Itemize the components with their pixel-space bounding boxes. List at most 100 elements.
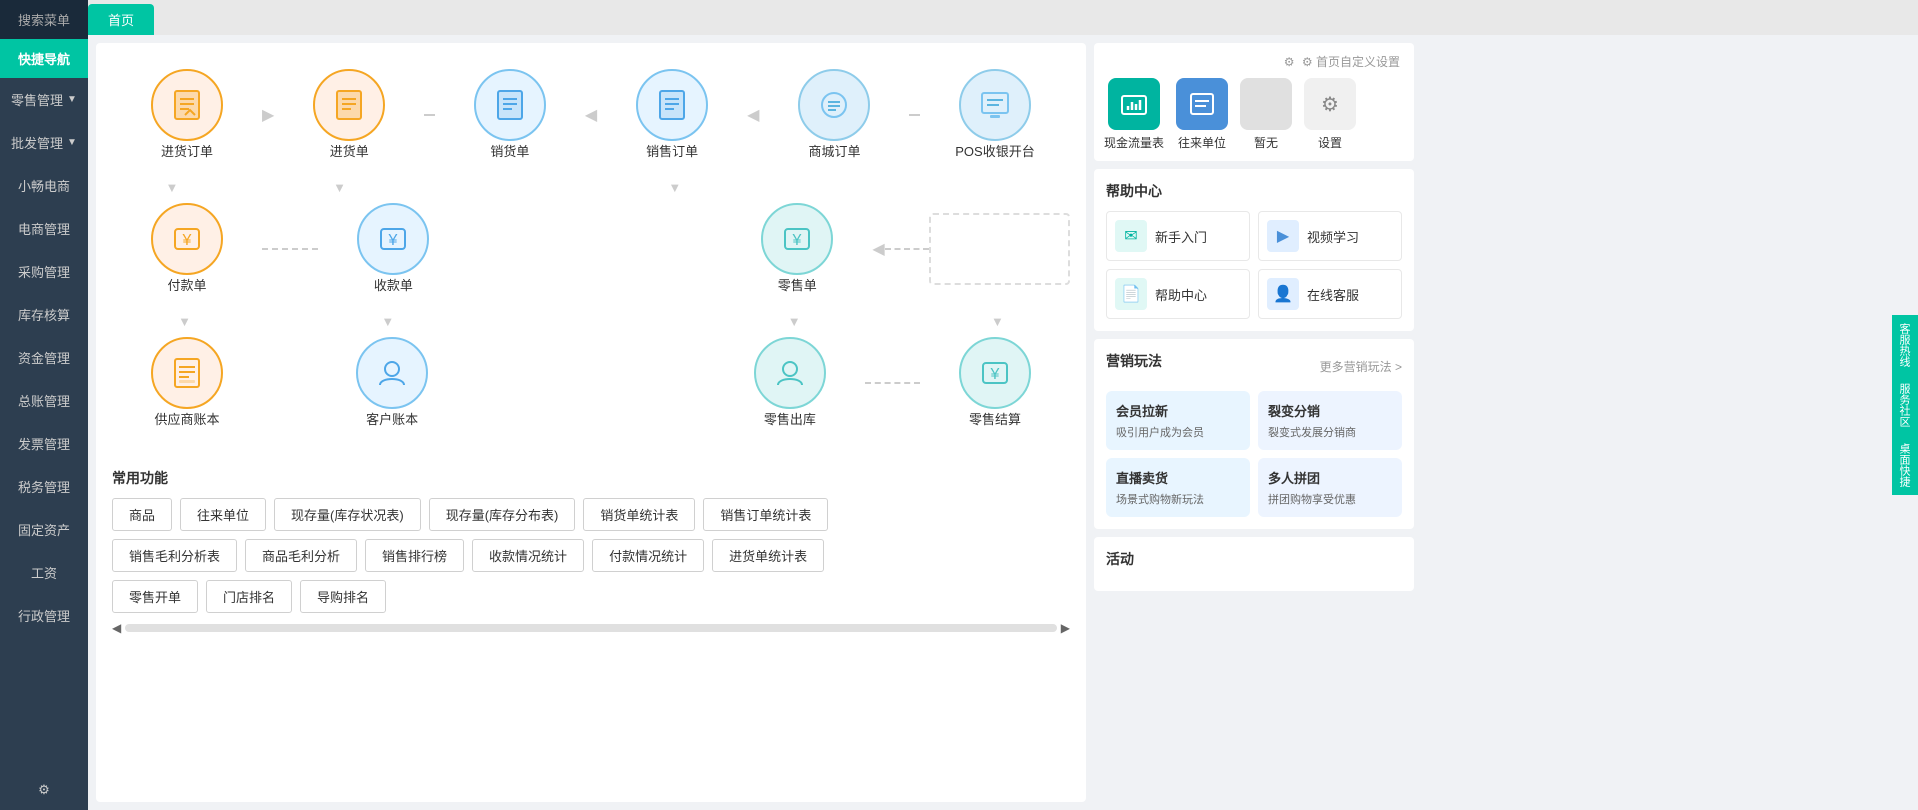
retail-outbound-circle[interactable] xyxy=(754,337,826,409)
flow-node-pos[interactable]: POS收银开台 xyxy=(920,69,1070,160)
help-item-helpcenter[interactable]: 📄 帮助中心 xyxy=(1106,269,1250,319)
sidebar-item-finance[interactable]: 资金管理 xyxy=(0,336,88,379)
quick-icon-counterpart[interactable]: 往来单位 xyxy=(1176,78,1228,151)
supplier-account-circle[interactable] xyxy=(151,337,223,409)
sidebar-item-ecom-small[interactable]: 小畅电商 xyxy=(0,164,88,207)
flow-node-payment[interactable]: ¥ 付款单 xyxy=(112,203,262,294)
func-btn-store-rank[interactable]: 门店排名 xyxy=(206,580,292,613)
sidebar-item-tax[interactable]: 税务管理 xyxy=(0,465,88,508)
sidebar-item-ecom[interactable]: 电商管理 xyxy=(0,207,88,250)
flow-node-customer-account[interactable]: 客户账本 xyxy=(317,337,467,428)
more-marketing-link[interactable]: 更多营销玩法 > xyxy=(1320,358,1402,375)
flow-node-purchase-order[interactable]: 进货订单 xyxy=(112,69,262,160)
activity-panel: 活动 xyxy=(1094,537,1414,591)
func-btn-goods-margin[interactable]: 商品毛利分析 xyxy=(245,539,357,572)
retail-bill-label: 零售单 xyxy=(778,275,817,294)
sidebar-item-admin[interactable]: 行政管理 xyxy=(0,594,88,637)
mall-order-circle[interactable] xyxy=(798,69,870,141)
quick-icon-none[interactable]: 暂无 xyxy=(1240,78,1292,151)
payment-circle[interactable]: ¥ xyxy=(151,203,223,275)
func-btn-sales-rank[interactable]: 销售排行榜 xyxy=(365,539,464,572)
retail-settlement-circle[interactable]: ¥ xyxy=(959,337,1031,409)
flow-node-retail-settlement[interactable]: ¥ 零售结算 xyxy=(920,337,1070,428)
sidebar-item-wholesale[interactable]: 批发管理 ▼ xyxy=(0,121,88,164)
func-btn-goods[interactable]: 商品 xyxy=(112,498,172,531)
flow-node-retail-outbound[interactable]: 零售出库 xyxy=(715,337,865,428)
quick-icon-settings[interactable]: ⚙ 设置 xyxy=(1304,78,1356,151)
flow-node-sales-order[interactable]: 销售订单 xyxy=(597,69,747,160)
scroll-right-button[interactable]: ▶ xyxy=(1061,621,1070,635)
func-btn-retail-order[interactable]: 零售开单 xyxy=(112,580,198,613)
marketing-fission[interactable]: 裂变分销 裂变式发展分销商 xyxy=(1258,391,1402,450)
flow-node-mall-order[interactable]: 商城订单 xyxy=(759,69,909,160)
sidebar-item-fixed-assets[interactable]: 固定资产 xyxy=(0,508,88,551)
sidebar-item-inventory[interactable]: 库存核算 xyxy=(0,293,88,336)
sidebar-item-ledger[interactable]: 总账管理 xyxy=(0,379,88,422)
func-btn-sales-stat[interactable]: 销货单统计表 xyxy=(583,498,695,531)
func-btn-sales-order-stat[interactable]: 销售订单统计表 xyxy=(703,498,828,531)
receipt-circle[interactable]: ¥ xyxy=(357,203,429,275)
marketing-live[interactable]: 直播卖货 场景式购物新玩法 xyxy=(1106,458,1250,517)
sales-bill-circle[interactable] xyxy=(474,69,546,141)
sidebar-item-payroll[interactable]: 工资 xyxy=(0,551,88,594)
func-btn-inventory-status[interactable]: 现存量(库存状况表) xyxy=(274,498,421,531)
marketing-group-desc: 拼团购物享受优惠 xyxy=(1268,491,1392,507)
purchase-order-circle[interactable] xyxy=(151,69,223,141)
gear-icon: ⚙ xyxy=(38,782,50,797)
sales-order-label: 销售订单 xyxy=(646,141,698,160)
sidebar-item-label: 行政管理 xyxy=(18,606,70,625)
svg-text:¥: ¥ xyxy=(182,232,192,249)
flow-node-sales-bill[interactable]: 销货单 xyxy=(435,69,585,160)
help-item-beginner[interactable]: ✉ 新手入门 xyxy=(1106,211,1250,261)
func-btn-receipt-stat[interactable]: 收款情况统计 xyxy=(472,539,584,572)
flow-diagram: 进货订单 ▶ 进货单 xyxy=(112,59,1070,468)
customize-settings-link[interactable]: ⚙ ⚙ 首页自定义设置 xyxy=(1104,53,1404,70)
left-panel: 进货订单 ▶ 进货单 xyxy=(96,43,1086,802)
flow-node-supplier-account[interactable]: 供应商账本 xyxy=(112,337,262,428)
func-btn-sales-margin[interactable]: 销售毛利分析表 xyxy=(112,539,237,572)
none-label: 暂无 xyxy=(1254,134,1278,151)
sidebar-item-label: 总账管理 xyxy=(18,391,70,410)
flow-node-retail-bill[interactable]: ¥ 零售单 xyxy=(722,203,872,294)
sidebar-item-purchase[interactable]: 采购管理 xyxy=(0,250,88,293)
helpcenter-label: 帮助中心 xyxy=(1155,285,1207,304)
none-icon-box xyxy=(1240,78,1292,130)
func-btn-purchase-stat[interactable]: 进货单统计表 xyxy=(712,539,824,572)
pos-circle[interactable] xyxy=(959,69,1031,141)
sales-order-circle[interactable] xyxy=(636,69,708,141)
marketing-member[interactable]: 会员拉新 吸引用户成为会员 xyxy=(1106,391,1250,450)
customer-account-circle[interactable] xyxy=(356,337,428,409)
cashflow-icon-box xyxy=(1108,78,1160,130)
quick-icons-row: 现金流量表 往来单位 暂无 xyxy=(1104,78,1404,151)
float-btn-community[interactable]: 服务社区 xyxy=(1892,375,1918,435)
sidebar-item-invoice[interactable]: 发票管理 xyxy=(0,422,88,465)
scrollbar-track[interactable] xyxy=(125,624,1057,632)
func-btn-inventory-dist[interactable]: 现存量(库存分布表) xyxy=(429,498,576,531)
purchase-bill-circle[interactable] xyxy=(313,69,385,141)
scroll-left-button[interactable]: ◀ xyxy=(112,621,121,635)
counterpart-label: 往来单位 xyxy=(1178,134,1226,151)
marketing-header: 营销玩法 更多营销玩法 > xyxy=(1106,351,1402,381)
counterpart-icon-box xyxy=(1176,78,1228,130)
tab-home[interactable]: 首页 xyxy=(88,4,154,35)
gear-icon: ⚙ xyxy=(1284,55,1295,69)
flow-node-purchase-bill[interactable]: 进货单 xyxy=(274,69,424,160)
flow-node-receipt[interactable]: ¥ 收款单 xyxy=(318,203,468,294)
func-btn-guide-rank[interactable]: 导购排名 xyxy=(300,580,386,613)
content-area: 进货订单 ▶ 进货单 xyxy=(88,35,1918,810)
marketing-group[interactable]: 多人拼团 拼团购物享受优惠 xyxy=(1258,458,1402,517)
common-functions-title: 常用功能 xyxy=(112,468,1070,488)
func-btn-payment-stat[interactable]: 付款情况统计 xyxy=(592,539,704,572)
video-icon: ▶ xyxy=(1267,220,1299,252)
help-item-online-service[interactable]: 👤 在线客服 xyxy=(1258,269,1402,319)
sidebar-search[interactable]: 搜索菜单 xyxy=(0,0,88,39)
float-btn-desktop[interactable]: 桌面快捷 xyxy=(1892,435,1918,495)
help-item-video[interactable]: ▶ 视频学习 xyxy=(1258,211,1402,261)
sidebar-settings-button[interactable]: ⚙ xyxy=(0,770,88,810)
func-btn-counterpart[interactable]: 往来单位 xyxy=(180,498,266,531)
sidebar-item-label: 库存核算 xyxy=(18,305,70,324)
float-btn-service[interactable]: 客服热线 xyxy=(1892,315,1918,375)
quick-icon-cashflow[interactable]: 现金流量表 xyxy=(1104,78,1164,151)
retail-bill-circle[interactable]: ¥ xyxy=(761,203,833,275)
sidebar-item-retail[interactable]: 零售管理 ▼ xyxy=(0,78,88,121)
